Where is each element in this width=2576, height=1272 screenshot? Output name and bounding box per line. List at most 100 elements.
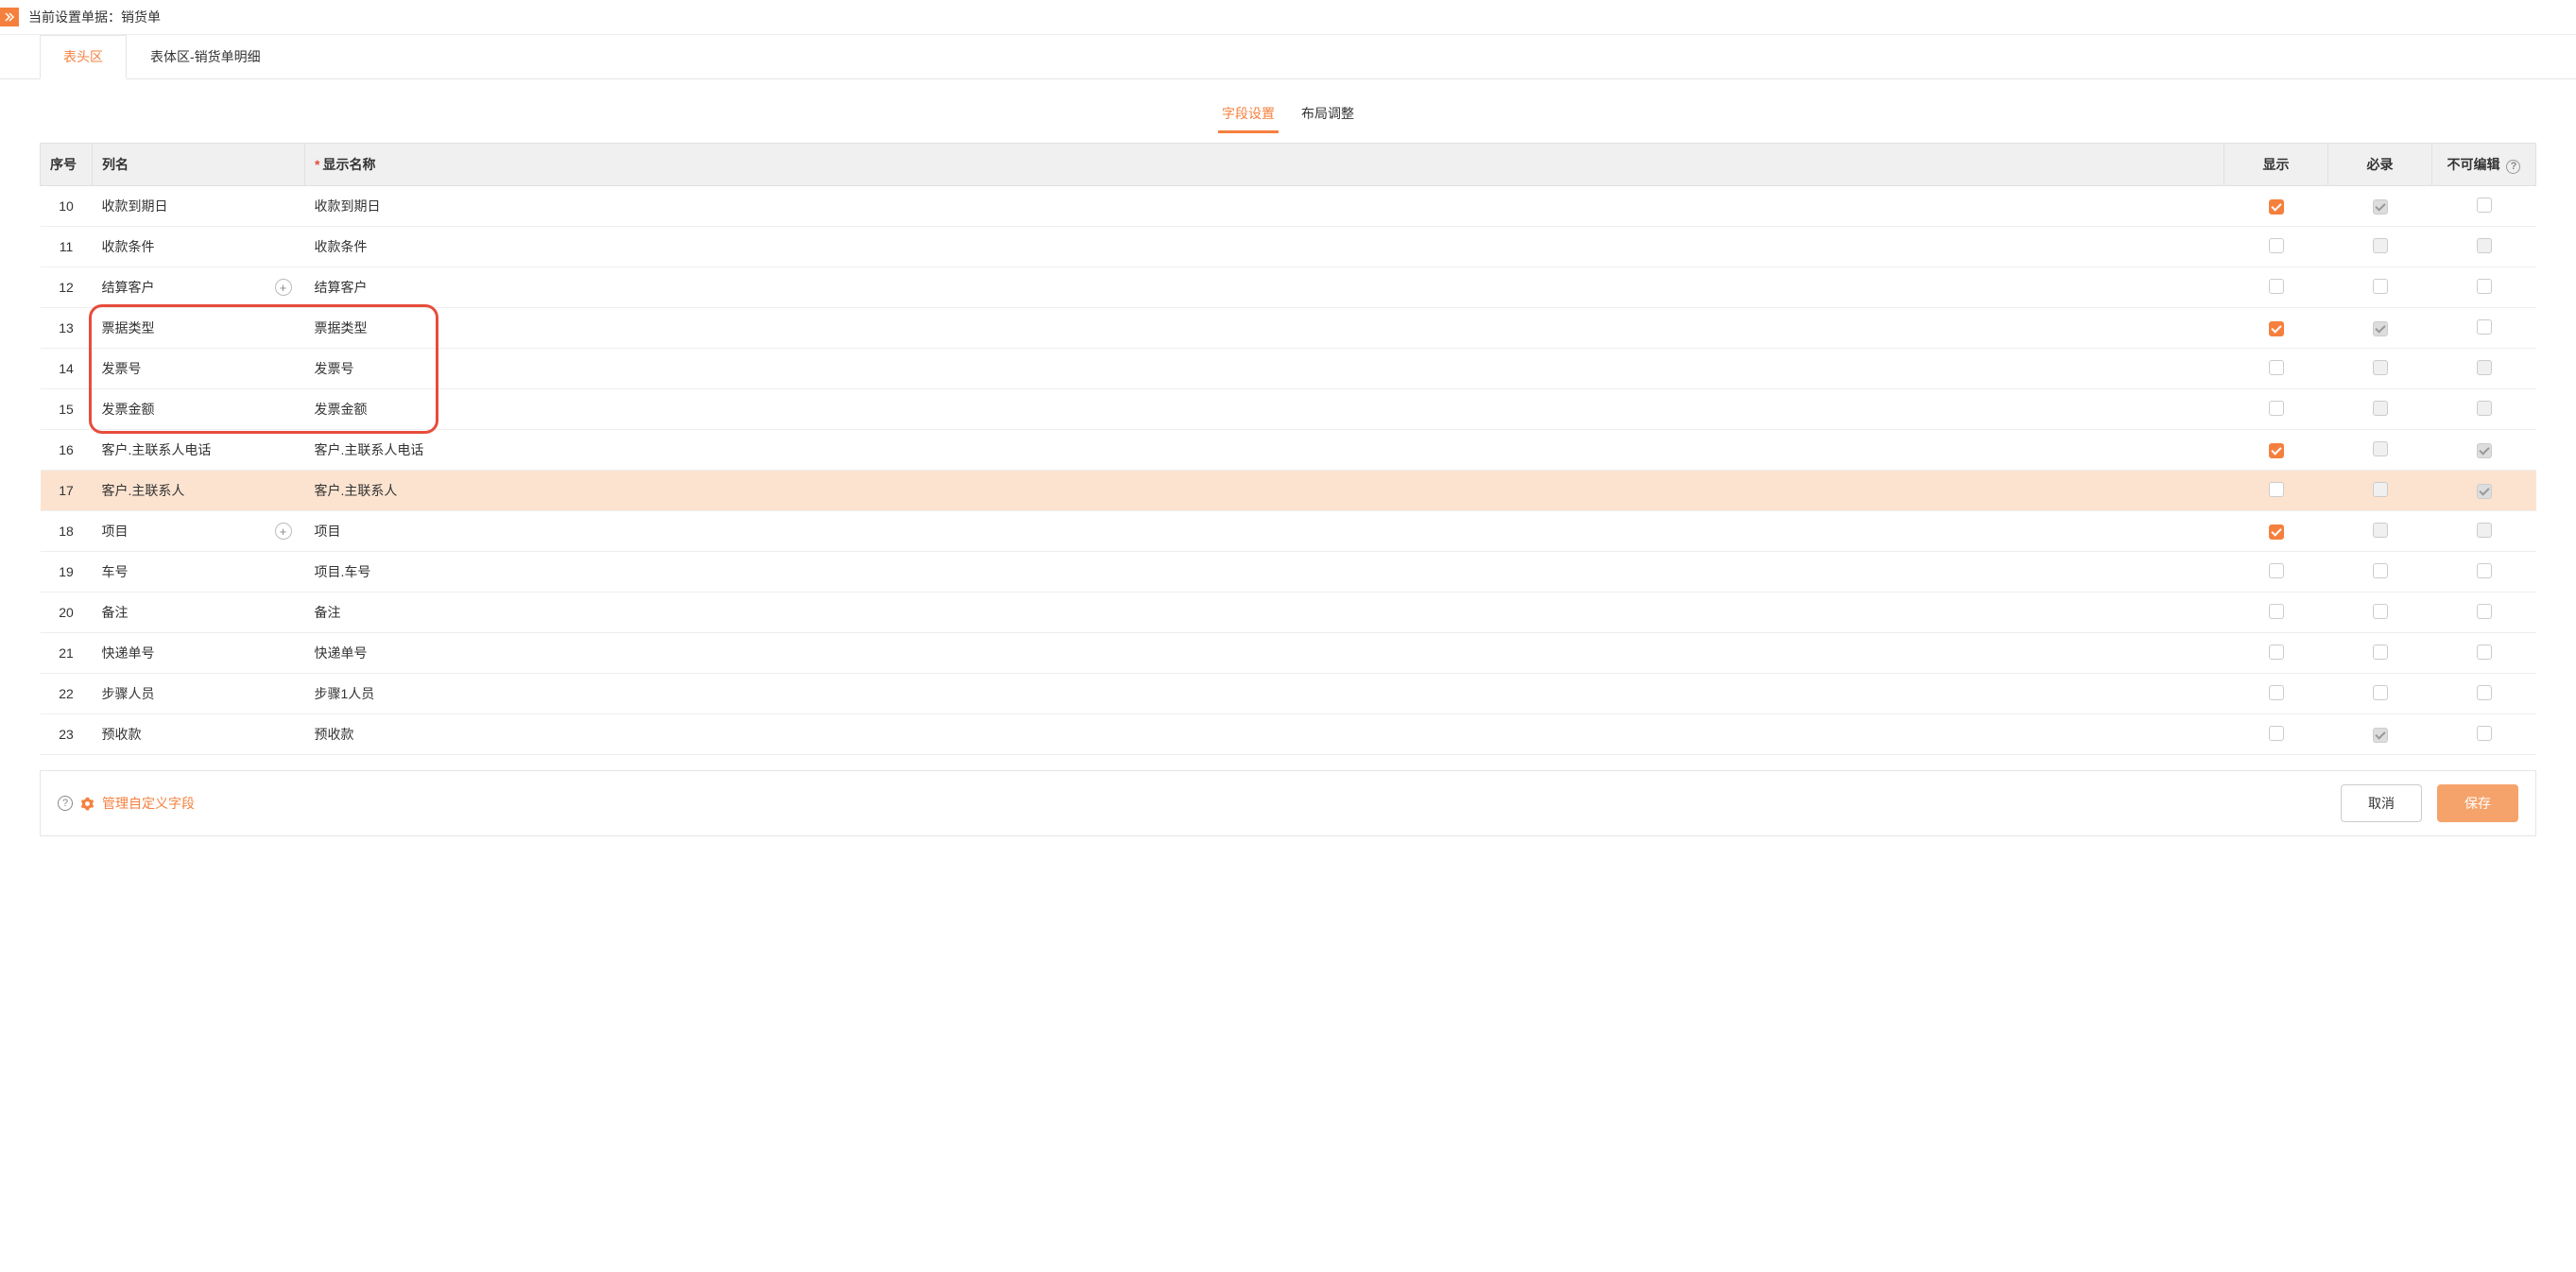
footer-bar: ? 管理自定义字段 取消 保存 [40,770,2536,836]
table-row: 14发票号发票号 [41,349,2536,389]
checkbox-readonly[interactable] [2477,279,2492,294]
field-name-text: 收款到期日 [102,198,168,214]
checkbox-required [2373,728,2388,743]
chevron-right-icon [5,12,14,22]
plus-icon[interactable]: + [275,279,292,296]
cell-display-name[interactable]: 客户.主联系人电话 [305,430,2224,471]
checkbox-readonly[interactable] [2477,726,2492,741]
save-button[interactable]: 保存 [2437,784,2518,822]
checkbox-required [2373,441,2388,456]
cell-show [2224,633,2328,674]
field-name-text: 客户.主联系人电话 [102,442,212,457]
cell-readonly [2432,430,2536,471]
col-header-readonly: 不可编辑 ? [2432,144,2536,186]
cell-display-name[interactable]: 项目 [305,511,2224,552]
col-header-readonly-text: 不可编辑 [2447,157,2500,172]
cell-name: 备注 [93,593,305,633]
cell-readonly [2432,186,2536,227]
gear-icon [80,797,94,811]
question-icon[interactable]: ? [58,796,73,811]
table-row: 11收款条件收款条件 [41,227,2536,267]
checkbox-show[interactable] [2269,199,2284,215]
checkbox-required[interactable] [2373,604,2388,619]
field-name-text: 发票金额 [102,402,155,417]
cell-seq: 18 [41,511,93,552]
plus-icon[interactable]: + [275,523,292,540]
cell-display-name[interactable]: 收款条件 [305,227,2224,267]
cell-display-name[interactable]: 项目.车号 [305,552,2224,593]
checkbox-required [2373,401,2388,416]
checkbox-show[interactable] [2269,645,2284,660]
cell-display-name[interactable]: 票据类型 [305,308,2224,349]
checkbox-readonly[interactable] [2477,604,2492,619]
cell-show [2224,674,2328,714]
cell-display-name[interactable]: 步骤1人员 [305,674,2224,714]
checkbox-show[interactable] [2269,685,2284,700]
cell-required [2328,308,2432,349]
expand-sidebar-button[interactable] [0,8,19,26]
field-name-text: 车号 [102,564,129,579]
cell-name: 快递单号 [93,633,305,674]
cell-show [2224,349,2328,389]
cell-seq: 17 [41,471,93,511]
checkbox-show[interactable] [2269,360,2284,375]
header-title-prefix: 当前设置单据： [28,8,121,26]
help-icon[interactable]: ? [2506,160,2520,174]
checkbox-show[interactable] [2269,321,2284,336]
table-row: 15发票金额发票金额 [41,389,2536,430]
col-header-required: 必录 [2328,144,2432,186]
cell-name: 发票金额 [93,389,305,430]
checkbox-readonly[interactable] [2477,645,2492,660]
cell-show [2224,511,2328,552]
table-row: 10收款到期日收款到期日 [41,186,2536,227]
main-tabs: 表头区表体区-销货单明细 [0,35,2576,79]
checkbox-readonly[interactable] [2477,685,2492,700]
cell-display-name[interactable]: 收款到期日 [305,186,2224,227]
checkbox-required [2373,360,2388,375]
cell-readonly [2432,389,2536,430]
cell-seq: 12 [41,267,93,308]
checkbox-readonly[interactable] [2477,319,2492,335]
checkbox-show[interactable] [2269,401,2284,416]
cell-required [2328,633,2432,674]
table-row: 20备注备注 [41,593,2536,633]
sub-tab-1[interactable]: 布局调整 [1297,96,1358,133]
cell-seq: 23 [41,714,93,755]
cell-display-name[interactable]: 快递单号 [305,633,2224,674]
checkbox-show[interactable] [2269,604,2284,619]
cell-display-name[interactable]: 发票金额 [305,389,2224,430]
cell-display-name[interactable]: 发票号 [305,349,2224,389]
checkbox-required[interactable] [2373,685,2388,700]
cell-display-name[interactable]: 客户.主联系人 [305,471,2224,511]
required-star-icon: * [315,157,319,172]
header-title-value: 销货单 [121,8,161,26]
checkbox-show[interactable] [2269,726,2284,741]
checkbox-readonly [2477,484,2492,499]
tab-0[interactable]: 表头区 [40,35,127,79]
checkbox-show[interactable] [2269,279,2284,294]
checkbox-show[interactable] [2269,238,2284,253]
table-row: 17客户.主联系人客户.主联系人 [41,471,2536,511]
cell-required [2328,430,2432,471]
col-header-display-name: *显示名称 [305,144,2224,186]
checkbox-show[interactable] [2269,443,2284,458]
cell-display-name[interactable]: 结算客户 [305,267,2224,308]
cell-show [2224,389,2328,430]
cell-display-name[interactable]: 备注 [305,593,2224,633]
checkbox-readonly[interactable] [2477,198,2492,213]
table-row: 12结算客户+结算客户 [41,267,2536,308]
checkbox-show[interactable] [2269,482,2284,497]
manage-custom-fields-link[interactable]: 管理自定义字段 [102,794,195,813]
col-header-show: 显示 [2224,144,2328,186]
checkbox-required[interactable] [2373,645,2388,660]
checkbox-required[interactable] [2373,563,2388,578]
checkbox-show[interactable] [2269,563,2284,578]
checkbox-required[interactable] [2373,279,2388,294]
tab-1[interactable]: 表体区-销货单明细 [127,35,284,78]
cancel-button[interactable]: 取消 [2341,784,2422,822]
checkbox-show[interactable] [2269,524,2284,540]
sub-tab-0[interactable]: 字段设置 [1218,96,1279,133]
col-header-name: 列名 [93,144,305,186]
cell-display-name[interactable]: 预收款 [305,714,2224,755]
checkbox-readonly[interactable] [2477,563,2492,578]
